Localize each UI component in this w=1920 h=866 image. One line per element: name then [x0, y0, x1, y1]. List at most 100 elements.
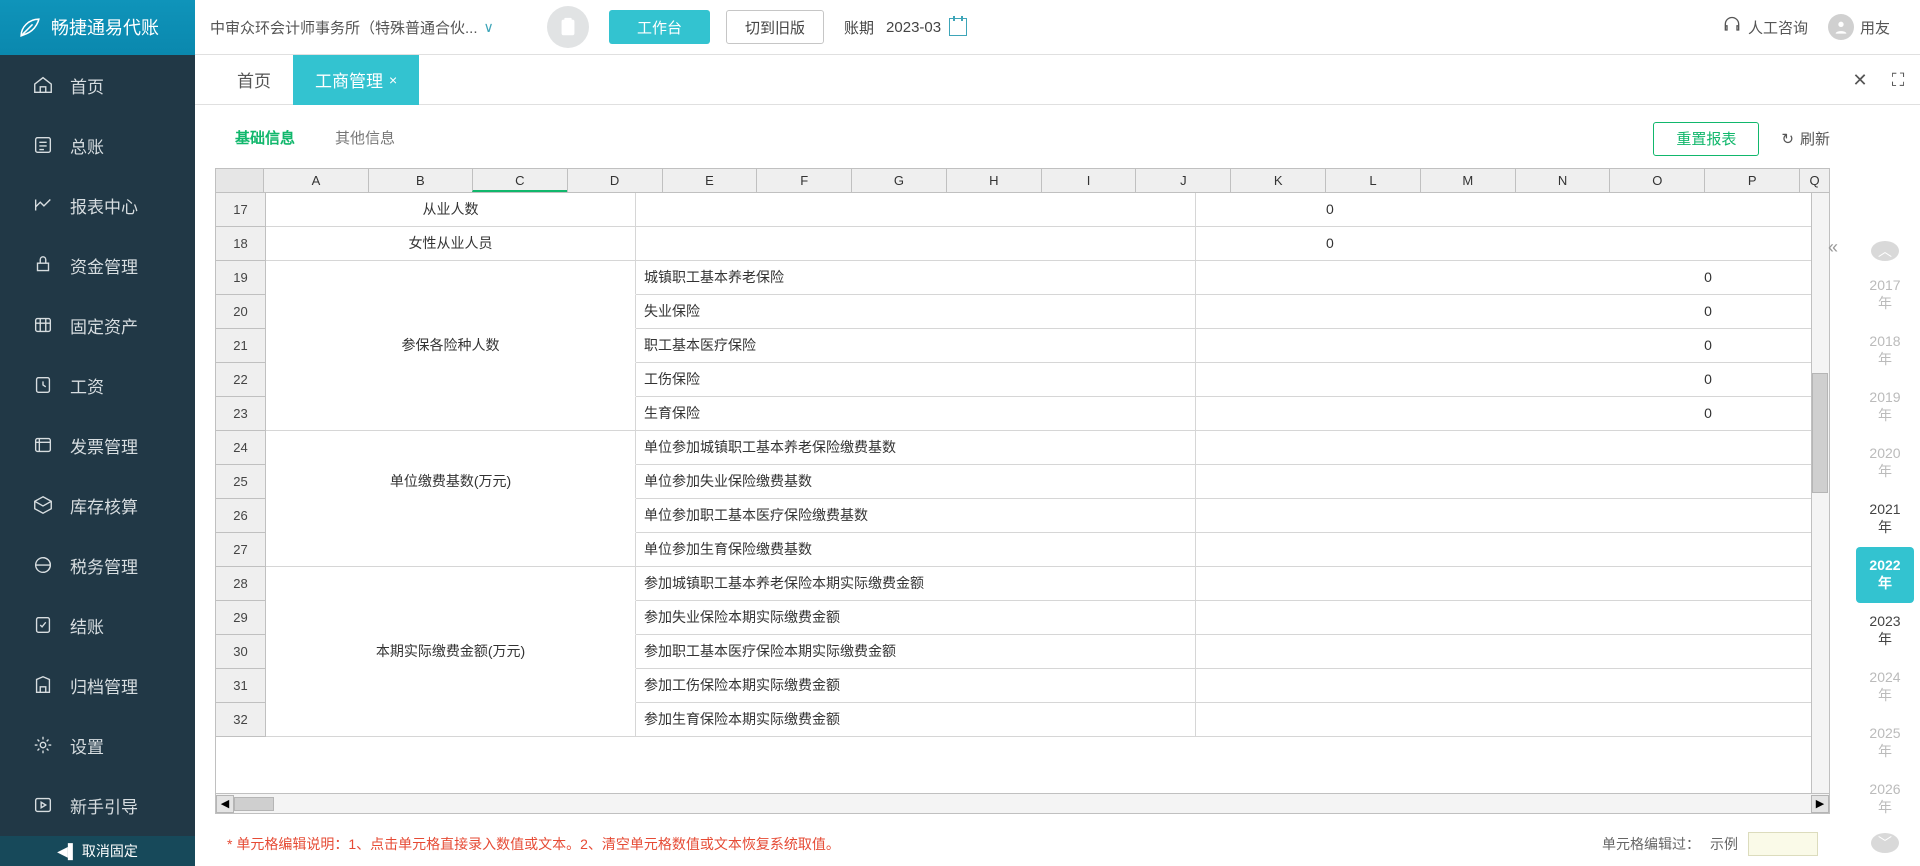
row-value[interactable]	[1196, 635, 1829, 669]
row-value[interactable]	[1196, 669, 1829, 703]
row-number[interactable]: 30	[216, 635, 266, 669]
scrollbar-thumb[interactable]	[234, 797, 274, 811]
col-header-M[interactable]: M	[1420, 169, 1515, 192]
col-header-D[interactable]: D	[567, 169, 662, 192]
user-menu[interactable]: 用友	[1828, 14, 1890, 40]
row-number[interactable]: 24	[216, 431, 266, 465]
col-header-O[interactable]: O	[1609, 169, 1704, 192]
inner-tab-other-info[interactable]: 其他信息	[315, 117, 415, 160]
scroll-left-icon[interactable]: ◀	[216, 795, 234, 813]
year-item[interactable]: 2017年	[1856, 267, 1914, 323]
scroll-right-icon[interactable]: ▶	[1811, 795, 1829, 813]
scroll-track[interactable]	[234, 797, 1811, 811]
row-value[interactable]	[1196, 431, 1829, 465]
row-sublabel[interactable]: 工伤保险	[636, 363, 1196, 397]
year-item[interactable]: 2020年	[1856, 435, 1914, 491]
row-sublabel[interactable]: 单位参加失业保险缴费基数	[636, 465, 1196, 499]
clipboard-button[interactable]	[547, 6, 589, 48]
col-header-G[interactable]: G	[851, 169, 946, 192]
support-link[interactable]: 人工咨询	[1722, 15, 1808, 39]
sidebar-item-10[interactable]: 归档管理	[0, 655, 195, 715]
close-panel-icon[interactable]: ✕	[1846, 66, 1874, 94]
row-number[interactable]: 25	[216, 465, 266, 499]
vertical-scrollbar[interactable]	[1811, 193, 1829, 793]
row-number[interactable]: 21	[216, 329, 266, 363]
row-number[interactable]: 28	[216, 567, 266, 601]
col-header-E[interactable]: E	[662, 169, 757, 192]
row-value[interactable]: 0	[1196, 193, 1829, 227]
row-value[interactable]: 0	[1196, 227, 1829, 261]
row-sublabel[interactable]: 参加城镇职工基本养老保险本期实际缴费金额	[636, 567, 1196, 601]
row-sublabel[interactable]	[636, 227, 1196, 261]
year-item[interactable]: 2025年	[1856, 715, 1914, 771]
col-header-H[interactable]: H	[946, 169, 1041, 192]
sidebar-item-2[interactable]: 报表中心	[0, 175, 195, 235]
row-sublabel[interactable]: 参加工伤保险本期实际缴费金额	[636, 669, 1196, 703]
row-number[interactable]: 19	[216, 261, 266, 295]
sheet-body[interactable]: 17从业人数018女性从业人员019城镇职工基本养老保险020失业保险021参保…	[216, 193, 1829, 793]
col-header-A[interactable]: A	[263, 169, 367, 192]
row-sublabel[interactable]: 职工基本医疗保险	[636, 329, 1196, 363]
chevron-down-icon[interactable]: ∨	[484, 19, 494, 36]
sidebar-item-5[interactable]: 工资	[0, 355, 195, 415]
sidebar-item-7[interactable]: 库存核算	[0, 475, 195, 535]
row-sublabel[interactable]: 城镇职工基本养老保险	[636, 261, 1196, 295]
row-value[interactable]: 0	[1196, 261, 1829, 295]
worktable-button[interactable]: 工作台	[609, 10, 710, 44]
row-number[interactable]: 18	[216, 227, 266, 261]
inner-tab-basic-info[interactable]: 基础信息	[215, 117, 315, 160]
sidebar-item-11[interactable]: 设置	[0, 715, 195, 775]
row-sublabel[interactable]: 参加生育保险本期实际缴费金额	[636, 703, 1196, 737]
year-item[interactable]: 2022年	[1856, 547, 1914, 603]
row-number[interactable]: 27	[216, 533, 266, 567]
row-value[interactable]: 0	[1196, 329, 1829, 363]
tab-business-admin[interactable]: 工商管理 ×	[293, 55, 419, 105]
scrollbar-thumb[interactable]	[1812, 373, 1828, 493]
row-value[interactable]	[1196, 533, 1829, 567]
tab-home[interactable]: 首页	[215, 55, 293, 105]
year-item[interactable]: 2018年	[1856, 323, 1914, 379]
col-header-I[interactable]: I	[1041, 169, 1136, 192]
row-number[interactable]: 32	[216, 703, 266, 737]
row-value[interactable]	[1196, 601, 1829, 635]
fullscreen-icon[interactable]: ⛶	[1884, 66, 1912, 94]
sidebar-item-4[interactable]: 固定资产	[0, 295, 195, 355]
row-value[interactable]	[1196, 499, 1829, 533]
row-value[interactable]: 0	[1196, 295, 1829, 329]
row-sublabel[interactable]: 失业保险	[636, 295, 1196, 329]
reset-report-button[interactable]: 重置报表	[1653, 122, 1759, 156]
year-item[interactable]: 2023年	[1856, 603, 1914, 659]
row-value[interactable]: 0	[1196, 363, 1829, 397]
row-value[interactable]	[1196, 567, 1829, 601]
row-number[interactable]: 20	[216, 295, 266, 329]
col-header-J[interactable]: J	[1135, 169, 1230, 192]
scroll-years-down-icon[interactable]: ﹀	[1871, 833, 1899, 853]
row-number[interactable]: 17	[216, 193, 266, 227]
sidebar-item-0[interactable]: 首页	[0, 55, 195, 115]
row-value[interactable]	[1196, 703, 1829, 737]
select-all-corner[interactable]	[216, 169, 263, 192]
sidebar-item-6[interactable]: 发票管理	[0, 415, 195, 475]
row-number[interactable]: 23	[216, 397, 266, 431]
row-number[interactable]: 26	[216, 499, 266, 533]
row-number[interactable]: 29	[216, 601, 266, 635]
year-item[interactable]: 2026年	[1856, 771, 1914, 827]
year-item[interactable]: 2021年	[1856, 491, 1914, 547]
row-number[interactable]: 22	[216, 363, 266, 397]
col-header-Q[interactable]: Q	[1799, 169, 1829, 192]
collapse-rail-icon[interactable]: «	[1828, 237, 1838, 258]
col-header-K[interactable]: K	[1230, 169, 1325, 192]
year-item[interactable]: 2019年	[1856, 379, 1914, 435]
row-sublabel[interactable]: 单位参加职工基本医疗保险缴费基数	[636, 499, 1196, 533]
row-sublabel[interactable]: 生育保险	[636, 397, 1196, 431]
unpin-button[interactable]: ◀▌ 取消固定	[0, 836, 195, 866]
sidebar-item-8[interactable]: 税务管理	[0, 535, 195, 595]
scroll-years-up-icon[interactable]: ︿	[1871, 241, 1899, 261]
sidebar-item-12[interactable]: 新手引导	[0, 775, 195, 835]
col-header-L[interactable]: L	[1325, 169, 1420, 192]
row-sublabel[interactable]: 单位参加生育保险缴费基数	[636, 533, 1196, 567]
sidebar-item-3[interactable]: 资金管理	[0, 235, 195, 295]
row-sublabel[interactable]	[636, 193, 1196, 227]
col-header-C[interactable]: C	[472, 169, 567, 192]
row-value[interactable]	[1196, 465, 1829, 499]
